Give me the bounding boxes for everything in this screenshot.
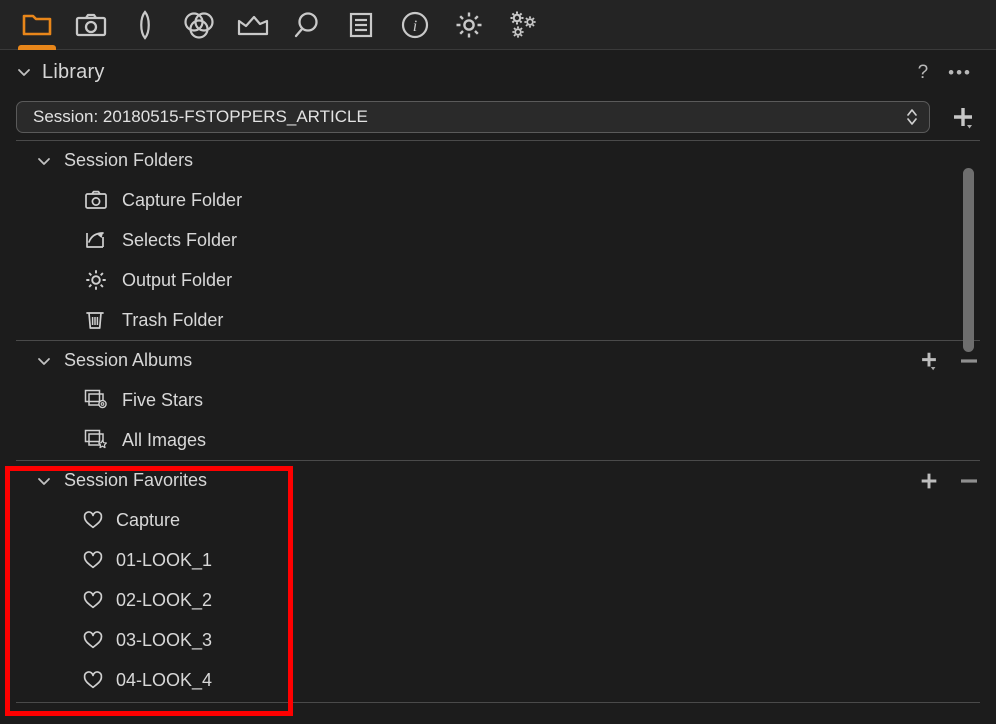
list-item-label: All Images — [122, 429, 207, 450]
list-item-favorite-04-look-4[interactable]: 04-LOOK_4 — [0, 660, 996, 700]
plus-icon — [954, 108, 972, 129]
heart-icon — [82, 548, 106, 572]
gears-icon — [510, 11, 536, 38]
smart-album-star-icon — [84, 428, 110, 452]
list-item-favorite-01-look-1[interactable]: 01-LOOK_1 — [0, 540, 996, 580]
list-item-label: 01-LOOK_1 — [116, 549, 213, 570]
session-select-value: Session: 20180515-FSTOPPERS_ARTICLE — [33, 107, 368, 126]
toolbar-item-exposure[interactable] — [226, 0, 280, 50]
divider — [16, 702, 980, 703]
lens-icon — [140, 9, 150, 40]
library-panel-header: Library ? ••• — [0, 50, 996, 94]
gear-icon — [84, 268, 110, 292]
add-favorite-button[interactable] — [918, 470, 940, 492]
plus-icon — [922, 352, 936, 371]
section-header-session-albums[interactable]: Session Albums — [16, 340, 980, 380]
active-tab-indicator — [18, 44, 56, 50]
section-header-session-folders[interactable]: Session Folders — [16, 140, 980, 180]
camera-icon — [75, 13, 107, 36]
color-wheel-icon — [184, 11, 214, 39]
toolbar-item-color[interactable] — [172, 0, 226, 50]
toolbar-item-lens[interactable] — [118, 0, 172, 50]
heart-icon — [82, 628, 106, 652]
more-options-button[interactable]: ••• — [942, 62, 978, 83]
levels-icon — [237, 15, 269, 35]
remove-favorite-button[interactable] — [958, 470, 980, 492]
section-title: Session Favorites — [64, 470, 208, 490]
list-item-label: Selects Folder — [122, 229, 238, 250]
list-item-capture-folder[interactable]: Capture Folder — [0, 180, 996, 220]
list-item-label: Trash Folder — [122, 309, 224, 330]
chevron-down-icon[interactable] — [16, 64, 32, 80]
list-item-label: 04-LOOK_4 — [116, 669, 213, 690]
toolbar-item-adjustments[interactable] — [442, 0, 496, 50]
list-item-all-images[interactable]: All Images — [0, 420, 996, 460]
toolbar-item-library[interactable] — [10, 0, 64, 50]
remove-album-button[interactable] — [958, 350, 980, 372]
list-item-favorite-03-look-3[interactable]: 03-LOOK_3 — [0, 620, 996, 660]
svg-text:i: i — [413, 18, 417, 35]
folder-icon — [22, 14, 52, 35]
list-icon — [349, 12, 373, 37]
chevron-down-icon[interactable] — [36, 153, 52, 169]
trash-icon — [84, 308, 110, 332]
list-item-label: 02-LOOK_2 — [116, 589, 213, 610]
camera-icon — [84, 188, 110, 212]
list-item-label: Five Stars — [122, 389, 204, 410]
minus-icon — [961, 359, 977, 363]
section-actions — [918, 461, 980, 501]
heart-icon — [82, 508, 106, 532]
list-item-favorite-capture[interactable]: Capture — [0, 500, 996, 540]
list-item-label: Capture — [116, 509, 181, 530]
list-item-trash-folder[interactable]: Trash Folder — [0, 300, 996, 340]
list-item-label: 03-LOOK_3 — [116, 629, 213, 650]
vertical-scrollbar-thumb[interactable] — [963, 168, 974, 352]
add-album-button[interactable] — [918, 350, 940, 372]
help-button[interactable]: ? — [912, 61, 935, 84]
list-item-output-folder[interactable]: Output Folder — [0, 260, 996, 300]
selects-arrow-icon — [84, 228, 110, 252]
section-title: Session Folders — [64, 150, 194, 170]
page-title: Library — [42, 60, 105, 83]
library-panel-body: Session Folders Capture Folder Selects F… — [0, 140, 996, 716]
magnifier-icon — [294, 11, 318, 37]
toolbar-item-metadata[interactable] — [334, 0, 388, 50]
session-select[interactable]: Session: 20180515-FSTOPPERS_ARTICLE — [16, 101, 930, 133]
top-toolbar: i — [0, 0, 996, 50]
heart-icon — [82, 588, 106, 612]
list-item-selects-folder[interactable]: Selects Folder — [0, 220, 996, 260]
toolbar-item-batch[interactable] — [496, 0, 550, 50]
gear-icon — [456, 12, 482, 37]
list-item-label: Capture Folder — [122, 189, 243, 210]
session-selector-row: Session: 20180515-FSTOPPERS_ARTICLE — [0, 94, 996, 140]
chevron-down-icon[interactable] — [36, 473, 52, 489]
toolbar-item-capture[interactable] — [64, 0, 118, 50]
plus-icon — [921, 473, 937, 489]
minus-icon — [961, 479, 977, 483]
stepper-up-down-icon[interactable] — [905, 106, 919, 128]
section-header-session-favorites[interactable]: Session Favorites — [16, 460, 980, 500]
list-item-five-stars[interactable]: Five Stars — [0, 380, 996, 420]
heart-icon — [82, 668, 106, 692]
chevron-down-icon[interactable] — [36, 353, 52, 369]
list-item-label: Output Folder — [122, 269, 233, 290]
add-session-button[interactable] — [946, 101, 980, 133]
list-item-favorite-02-look-2[interactable]: 02-LOOK_2 — [0, 580, 996, 620]
toolbar-item-info[interactable]: i — [388, 0, 442, 50]
toolbar-item-details[interactable] — [280, 0, 334, 50]
smart-album-gear-icon — [84, 388, 110, 412]
section-title: Session Albums — [64, 350, 193, 370]
info-icon: i — [401, 11, 429, 38]
